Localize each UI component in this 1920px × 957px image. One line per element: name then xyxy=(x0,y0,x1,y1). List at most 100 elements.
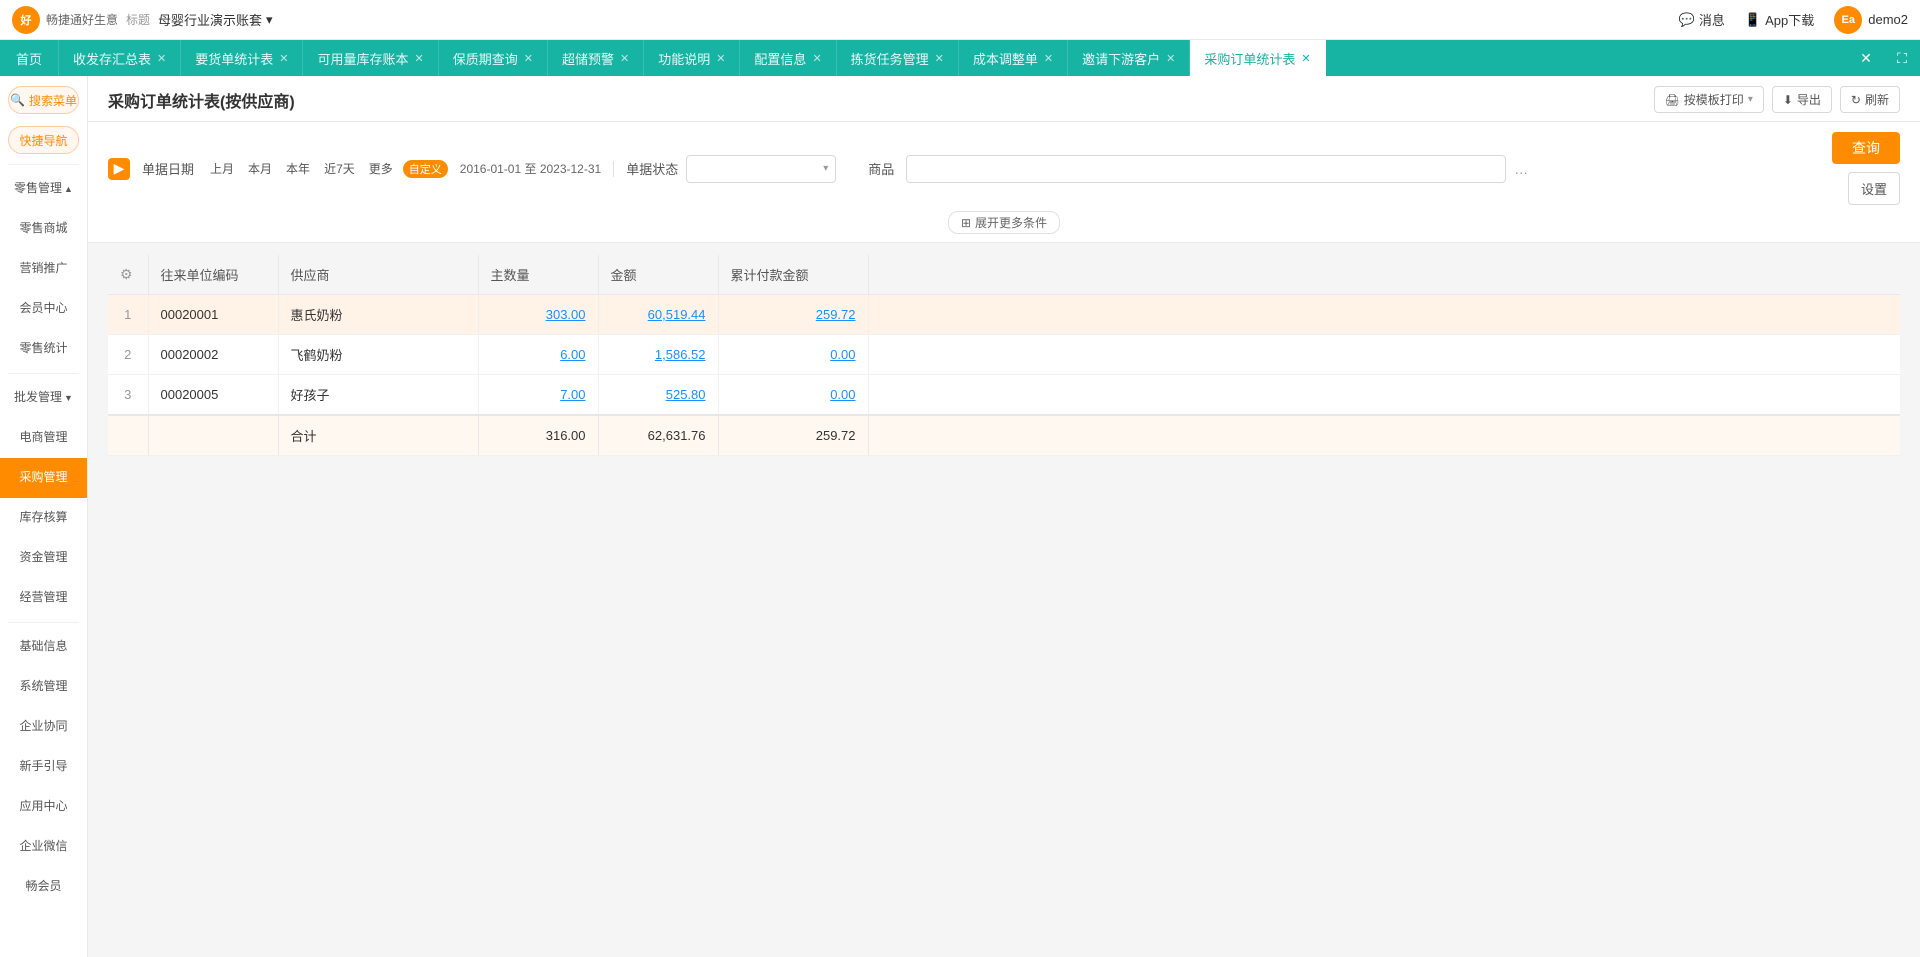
sidebar-item-member-center[interactable]: 会员中心 xyxy=(0,289,87,329)
row-3-amount-link[interactable]: 525.80 xyxy=(666,387,706,402)
row-2-code: 00020002 xyxy=(148,335,278,375)
sidebar-item-retail-mgmt[interactable]: 零售管理 ▲ xyxy=(0,169,87,209)
app-download-btn[interactable]: 📱 App下载 xyxy=(1745,10,1814,29)
message-btn[interactable]: 💬 消息 xyxy=(1679,10,1725,29)
sidebar-item-ecommerce-mgmt[interactable]: 电商管理 xyxy=(0,418,87,458)
sidebar-item-free-member[interactable]: 畅会员 xyxy=(0,867,87,907)
shortcut-last-7-days[interactable]: 近7天 xyxy=(320,158,359,179)
sidebar-item-system-mgmt[interactable]: 系统管理 xyxy=(0,667,87,707)
maximize-btn[interactable]: ⛶ xyxy=(1884,40,1920,76)
action-buttons: 查询 设置 xyxy=(1832,132,1900,205)
print-btn[interactable]: 🖨 按模板打印 ▾ xyxy=(1654,86,1764,113)
status-label: 单据状态 xyxy=(626,159,678,178)
tab-over-stock-alert[interactable]: 超储预警 ✕ xyxy=(548,40,644,76)
tab-invite-downstream[interactable]: 邀请下游客户 ✕ xyxy=(1068,40,1190,76)
row-3-paid-link[interactable]: 0.00 xyxy=(830,387,855,402)
shortcut-this-year[interactable]: 本年 xyxy=(282,158,314,179)
tab-expiry-query[interactable]: 保质期查询 ✕ xyxy=(439,40,548,76)
tab-over-stock-alert-close[interactable]: ✕ xyxy=(620,52,629,65)
tab-function-desc[interactable]: 功能说明 ✕ xyxy=(644,40,740,76)
shortcut-last-month[interactable]: 上月 xyxy=(206,158,238,179)
sidebar-item-finance-mgmt[interactable]: 资金管理 xyxy=(0,538,87,578)
shortcut-more[interactable]: 更多 xyxy=(365,158,397,179)
table-row: 2 00020002 飞鹤奶粉 6.00 1,586.52 0.00 xyxy=(108,335,1900,375)
goods-more-btn[interactable]: … xyxy=(1510,161,1532,177)
tab-invite-downstream-close[interactable]: ✕ xyxy=(1166,52,1175,65)
tab-goods-summary-close[interactable]: ✕ xyxy=(279,52,288,65)
sidebar-item-marketing[interactable]: 营销推广 xyxy=(0,249,87,289)
row-1-paid-link[interactable]: 259.72 xyxy=(816,307,856,322)
sidebar-item-retail-stats-label: 零售统计 xyxy=(19,341,67,357)
sidebar-search-area: 🔍 搜索菜单 xyxy=(0,76,87,120)
sidebar-item-app-center-label: 应用中心 xyxy=(19,799,67,815)
sidebar-item-retail-mall[interactable]: 零售商城 xyxy=(0,209,87,249)
sidebar-item-wholesale-mgmt[interactable]: 批发管理 ▼ xyxy=(0,378,87,418)
sidebar-item-enterprise-collab[interactable]: 企业协同 xyxy=(0,707,87,747)
shortcut-this-month[interactable]: 本月 xyxy=(244,158,276,179)
sidebar-item-operation-mgmt[interactable]: 经营管理 xyxy=(0,578,87,618)
status-select[interactable] xyxy=(686,155,836,183)
sidebar-item-purchase-mgmt[interactable]: 采购管理 xyxy=(0,458,87,498)
tab-purchase-order-summary-close[interactable]: ✕ xyxy=(1301,52,1310,65)
tab-config-info-label: 配置信息 xyxy=(754,49,806,68)
tab-config-info-close[interactable]: ✕ xyxy=(812,52,821,65)
tab-receipt-summary-close[interactable]: ✕ xyxy=(157,52,166,65)
goods-input[interactable] xyxy=(906,155,1506,183)
sidebar-item-finance-mgmt-label: 资金管理 xyxy=(19,550,67,566)
row-1-supplier: 惠氏奶粉 xyxy=(278,295,478,335)
tab-goods-summary[interactable]: 要货单统计表 ✕ xyxy=(181,40,303,76)
print-btn-label: 按模板打印 xyxy=(1684,91,1744,108)
logo-area: 好 畅捷通好生意 xyxy=(12,6,118,34)
row-1-amount-link[interactable]: 60,519.44 xyxy=(648,307,706,322)
refresh-btn[interactable]: ↻ 刷新 xyxy=(1840,86,1900,113)
close-all-btn[interactable]: ✕ xyxy=(1848,40,1884,76)
table-body: 1 00020001 惠氏奶粉 303.00 60,519.44 259.72 … xyxy=(108,295,1900,416)
tab-inventory-ledger-close[interactable]: ✕ xyxy=(415,52,424,65)
row-2-paid-link[interactable]: 0.00 xyxy=(830,347,855,362)
sidebar-item-app-center[interactable]: 应用中心 xyxy=(0,787,87,827)
sidebar-item-retail-mgmt-label: 零售管理 xyxy=(14,181,62,197)
app-download-label: App下载 xyxy=(1765,10,1814,29)
tab-config-info[interactable]: 配置信息 ✕ xyxy=(740,40,836,76)
sidebar-item-enterprise-wechat[interactable]: 企业微信 xyxy=(0,827,87,867)
tab-picking-task-close[interactable]: ✕ xyxy=(935,52,944,65)
date-badge[interactable]: 自定义 xyxy=(403,160,448,178)
filter-settings-btn[interactable]: 设置 xyxy=(1848,172,1900,205)
query-btn[interactable]: 查询 xyxy=(1832,132,1900,164)
sidebar-item-retail-stats[interactable]: 零售统计 xyxy=(0,329,87,369)
user-area[interactable]: Ea demo2 xyxy=(1834,6,1908,34)
tab-purchase-order-summary[interactable]: 采购订单统计表 ✕ xyxy=(1190,40,1325,76)
row-2-amount-link[interactable]: 1,586.52 xyxy=(655,347,706,362)
tab-cost-adjust[interactable]: 成本调整单 ✕ xyxy=(959,40,1068,76)
tab-inventory-ledger[interactable]: 可用量库存账本 ✕ xyxy=(303,40,438,76)
col-qty-header: 主数量 xyxy=(478,255,598,295)
chevron-down-icon: ▲ xyxy=(64,184,73,194)
search-menu-btn[interactable]: 🔍 搜索菜单 xyxy=(8,86,79,114)
tab-function-desc-close[interactable]: ✕ xyxy=(716,52,725,65)
tab-picking-task[interactable]: 拣货任务管理 ✕ xyxy=(837,40,959,76)
table-settings-icon[interactable]: ⚙ xyxy=(120,266,133,282)
tab-home[interactable]: 首页 xyxy=(0,40,59,76)
expand-btn[interactable]: ⊞ 展开更多条件 xyxy=(948,211,1060,234)
date-range-display: 2016-01-01 至 2023-12-31 xyxy=(460,160,601,177)
tab-expiry-query-close[interactable]: ✕ xyxy=(524,52,533,65)
table-header: ⚙ 往来单位编码 供应商 主数量 金额 累计付款金额 xyxy=(108,255,1900,295)
account-dropdown[interactable]: 母婴行业演示账套 ▾ xyxy=(158,10,273,29)
sidebar-item-new-guide[interactable]: 新手引导 xyxy=(0,747,87,787)
quick-nav-btn[interactable]: 快捷导航 xyxy=(8,126,79,154)
row-3-qty-link[interactable]: 7.00 xyxy=(560,387,585,402)
sidebar-item-inventory-check[interactable]: 库存核算 xyxy=(0,498,87,538)
row-1-qty-link[interactable]: 303.00 xyxy=(546,307,586,322)
row-1-num: 1 xyxy=(108,295,148,335)
footer-extra xyxy=(868,415,1900,456)
sidebar-item-basic-info[interactable]: 基础信息 xyxy=(0,627,87,667)
row-2-qty-link[interactable]: 6.00 xyxy=(560,347,585,362)
tab-cost-adjust-close[interactable]: ✕ xyxy=(1044,52,1053,65)
export-btn[interactable]: ⬇ 导出 xyxy=(1772,86,1832,113)
tab-receipt-summary[interactable]: 收发存汇总表 ✕ xyxy=(59,40,181,76)
account-name: 母婴行业演示账套 xyxy=(158,10,262,29)
filter-area: ▶ 单据日期 上月 本月 本年 近7天 更多 自定义 2016-01-01 至 … xyxy=(88,122,1920,243)
sidebar-item-operation-mgmt-label: 经营管理 xyxy=(19,590,67,606)
filter-toggle-btn[interactable]: ▶ xyxy=(108,158,130,180)
sidebar-item-enterprise-collab-label: 企业协同 xyxy=(19,719,67,735)
